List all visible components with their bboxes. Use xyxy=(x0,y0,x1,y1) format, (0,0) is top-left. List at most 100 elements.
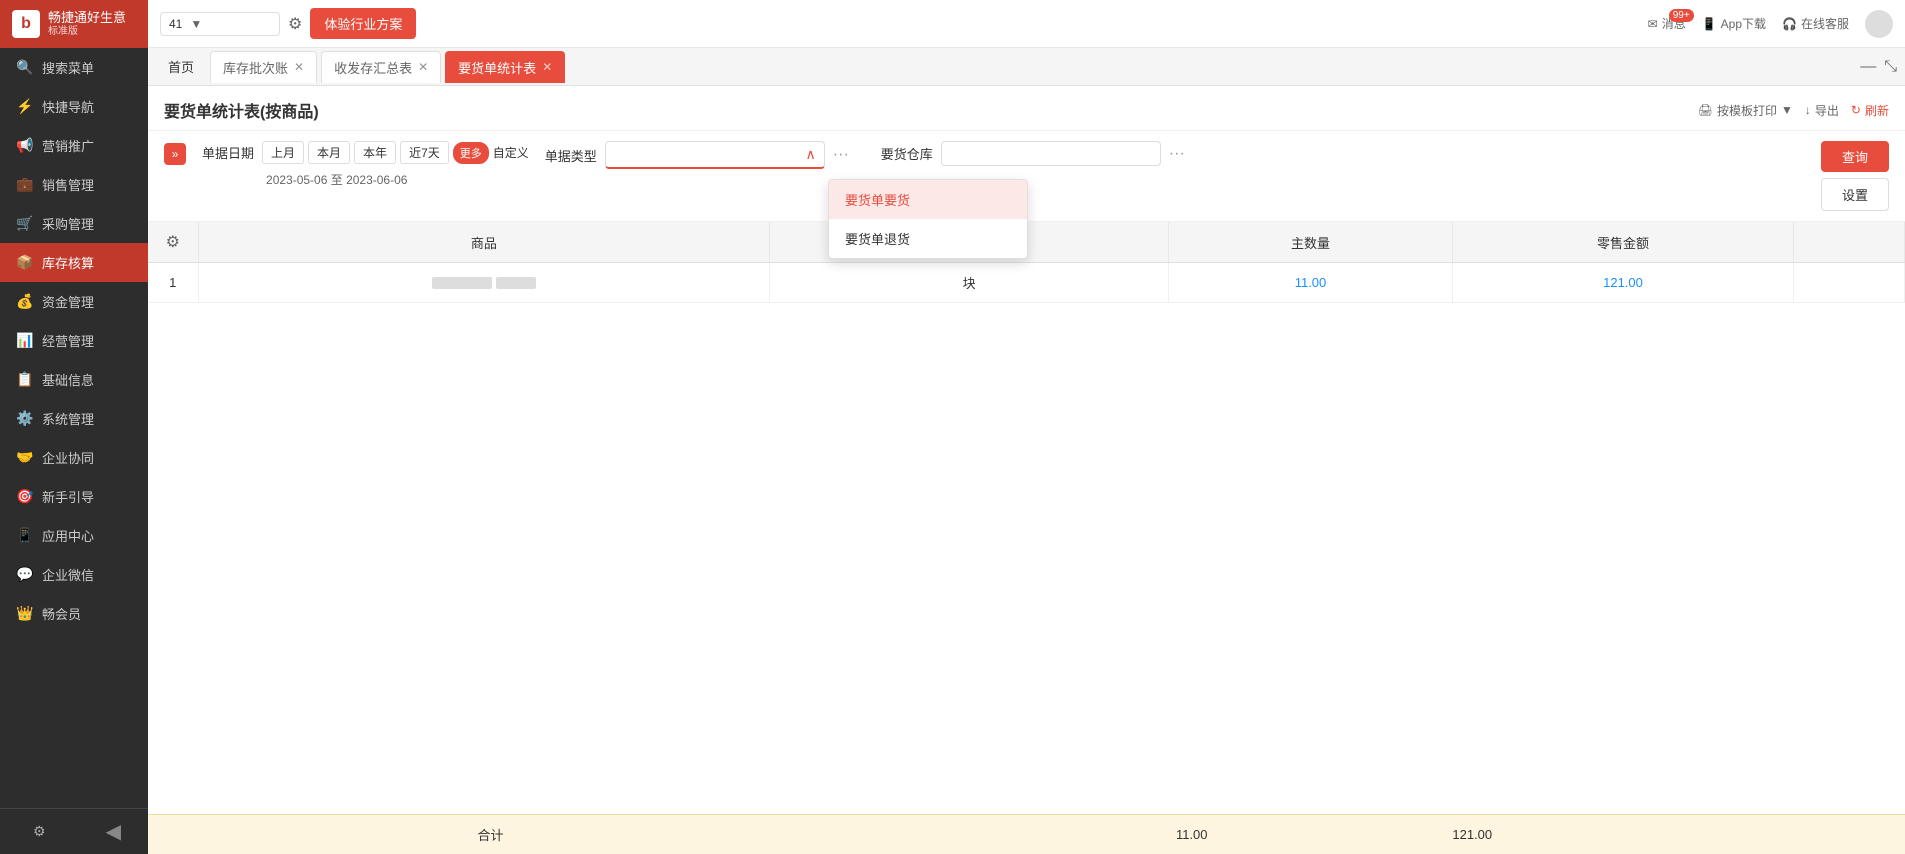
sidebar-item-system[interactable]: ⚙️ 系统管理 xyxy=(0,399,148,438)
filter-date-group: 单据日期 上月 本月 本年 近7天 更多 自定义 单据日期 2023-05-06… xyxy=(202,141,529,189)
filter-area: » 单据日期 上月 本月 本年 近7天 更多 自定义 单据日期 2023-05-… xyxy=(148,131,1905,222)
filter-type-group: 单据类型 ∧ ··· xyxy=(545,141,849,169)
sidebar-collapse-btn[interactable]: ◀ xyxy=(106,819,121,844)
type-select[interactable]: ∧ xyxy=(605,141,825,169)
sidebar-item-purchase[interactable]: 🛒 采购管理 xyxy=(0,204,148,243)
warehouse-input[interactable] xyxy=(950,146,1130,161)
trial-button[interactable]: 体验行业方案 xyxy=(310,8,416,39)
date-prev-month-btn[interactable]: 上月 xyxy=(262,141,304,164)
date-this-month-btn[interactable]: 本月 xyxy=(308,141,350,164)
settings-button[interactable]: 设置 xyxy=(1821,178,1889,211)
sidebar-item-app-center[interactable]: 📱 应用中心 xyxy=(0,516,148,555)
company-selector[interactable]: 41 ▼ xyxy=(160,12,280,36)
col-amount-header: 零售金额 xyxy=(1452,222,1793,263)
chart-icon: 📊 xyxy=(16,332,34,349)
amount-link[interactable]: 121.00 xyxy=(1603,275,1643,290)
sidebar-item-label: 搜索菜单 xyxy=(42,58,94,77)
tab-recv-send-close[interactable]: ✕ xyxy=(418,60,428,74)
user-avatar[interactable] xyxy=(1865,10,1893,38)
filter-date-row: 单据日期 上月 本月 本年 近7天 更多 自定义 xyxy=(202,141,529,164)
sidebar-item-label: 营销推广 xyxy=(42,136,94,155)
tab-expand-btn[interactable]: ⤡ xyxy=(1884,58,1897,76)
table-row: 1 块 11.00 121.00 xyxy=(148,263,1905,303)
filter-action-group: 查询 设置 xyxy=(1821,141,1889,211)
gear-icon: ⚙️ xyxy=(16,410,34,427)
sidebar-item-marketing[interactable]: 📢 营销推广 xyxy=(0,126,148,165)
sidebar-item-label: 系统管理 xyxy=(42,409,94,428)
sidebar-item-basics[interactable]: 📋 基础信息 xyxy=(0,360,148,399)
table-container: ⚙ 商品 主计量单位 主数量 零售金额 1 xyxy=(148,222,1905,814)
filter-type-row: 单据类型 ∧ ··· xyxy=(545,141,849,169)
sidebar-item-inventory[interactable]: 📦 库存核算 xyxy=(0,243,148,282)
sidebar-item-label: 企业协同 xyxy=(42,448,94,467)
sidebar-item-sales[interactable]: 💼 销售管理 xyxy=(0,165,148,204)
print-chevron: ▼ xyxy=(1781,103,1793,117)
sidebar-header: b 畅捷通好生意 标准版 xyxy=(0,0,148,48)
filter-date-range-row: 单据日期 2023-05-06 至 2023-06-06 xyxy=(202,170,529,189)
sidebar-item-label: 畅会员 xyxy=(42,604,81,623)
column-settings-icon[interactable]: ⚙ xyxy=(166,234,180,251)
sidebar-settings-btn[interactable]: ⚙ xyxy=(27,817,52,846)
sidebar-item-label: 采购管理 xyxy=(42,214,94,233)
tab-order-stats[interactable]: 要货单统计表 ✕ xyxy=(445,51,565,83)
date-shortcuts: 上月 本月 本年 近7天 更多 自定义 xyxy=(262,141,529,164)
mobile-download-icon: 📱 xyxy=(1702,17,1717,31)
tab-home[interactable]: 首页 xyxy=(156,51,206,83)
sidebar-item-search[interactable]: 🔍 搜索菜单 xyxy=(0,48,148,87)
sidebar-item-member[interactable]: 👑 畅会员 xyxy=(0,594,148,633)
tab-home-label: 首页 xyxy=(168,57,194,76)
target-icon: 🎯 xyxy=(16,488,34,505)
sidebar-item-finance[interactable]: 💰 资金管理 xyxy=(0,282,148,321)
warehouse-select[interactable] xyxy=(941,141,1161,166)
cell-qty: 11.00 xyxy=(1169,263,1453,303)
date-7days-btn[interactable]: 近7天 xyxy=(400,141,449,164)
date-this-year-btn[interactable]: 本年 xyxy=(354,141,396,164)
tab-batch-account-close[interactable]: ✕ xyxy=(294,60,304,74)
app-download-btn[interactable]: 📱 App下载 xyxy=(1702,15,1766,32)
date-more-btn[interactable]: 更多 xyxy=(453,142,489,164)
tab-recv-send-summary[interactable]: 收发存汇总表 ✕ xyxy=(321,51,441,83)
cell-amount: 121.00 xyxy=(1452,263,1793,303)
topbar: 41 ▼ ⚙ 体验行业方案 ✉ 消息 99+ 📱 App下载 🎧 在线客服 xyxy=(148,0,1905,48)
dropdown-item-order-goods[interactable]: 要货单要货 xyxy=(829,180,1027,219)
sidebar-item-operations[interactable]: 📊 经营管理 xyxy=(0,321,148,360)
sidebar-item-wechat[interactable]: 💬 企业微信 xyxy=(0,555,148,594)
footer-qty: 11.00 xyxy=(1052,827,1333,842)
crown-icon: 👑 xyxy=(16,605,34,622)
print-btn[interactable]: 🖨 按模板打印 ▼ xyxy=(1698,102,1793,119)
sidebar-item-label: 快捷导航 xyxy=(42,97,94,116)
topbar-right: ✉ 消息 99+ 📱 App下载 🎧 在线客服 xyxy=(1648,10,1893,38)
col-settings: ⚙ xyxy=(148,222,198,263)
tab-minimize-btn[interactable]: — xyxy=(1860,58,1876,76)
dropdown-item-order-return[interactable]: 要货单退货 xyxy=(829,219,1027,258)
type-input[interactable] xyxy=(614,147,794,162)
refresh-icon: ↻ xyxy=(1851,103,1861,117)
type-more-btn[interactable]: ··· xyxy=(833,146,849,164)
export-btn[interactable]: ↓ 导出 xyxy=(1805,102,1839,119)
topbar-settings-icon[interactable]: ⚙ xyxy=(288,14,302,34)
warehouse-more-btn[interactable]: ··· xyxy=(1169,145,1185,163)
cell-row-num: 1 xyxy=(148,263,198,303)
col-product-header: 商品 xyxy=(198,222,770,263)
filter-warehouse-row: 要货仓库 ··· xyxy=(881,141,1185,166)
tab-batch-account[interactable]: 库存批次账 ✕ xyxy=(210,51,317,83)
type-label: 单据类型 xyxy=(545,146,597,165)
date-custom-btn[interactable]: 自定义 xyxy=(493,144,529,161)
sidebar-item-guide[interactable]: 🎯 新手引导 xyxy=(0,477,148,516)
refresh-btn[interactable]: ↻ 刷新 xyxy=(1851,102,1889,119)
sidebar-footer: ⚙ ◀ xyxy=(0,808,148,854)
query-button[interactable]: 查询 xyxy=(1821,141,1889,172)
sidebar-item-quick-nav[interactable]: ⚡ 快捷导航 xyxy=(0,87,148,126)
briefcase-icon: 💼 xyxy=(16,176,34,193)
qty-link[interactable]: 11.00 xyxy=(1295,275,1327,290)
message-icon: ✉ xyxy=(1648,17,1658,31)
table-footer: 合计 11.00 121.00 xyxy=(148,814,1905,854)
tab-order-stats-close[interactable]: ✕ xyxy=(542,60,552,74)
export-icon: ↓ xyxy=(1805,103,1811,117)
message-btn[interactable]: ✉ 消息 99+ xyxy=(1648,15,1686,32)
sidebar-item-enterprise[interactable]: 🤝 企业协同 xyxy=(0,438,148,477)
footer-label: 合计 xyxy=(210,825,771,844)
filter-expand-btn[interactable]: » xyxy=(164,143,186,165)
page-actions: 🖨 按模板打印 ▼ ↓ 导出 ↻ 刷新 xyxy=(1698,102,1889,119)
online-service-btn[interactable]: 🎧 在线客服 xyxy=(1782,15,1849,32)
